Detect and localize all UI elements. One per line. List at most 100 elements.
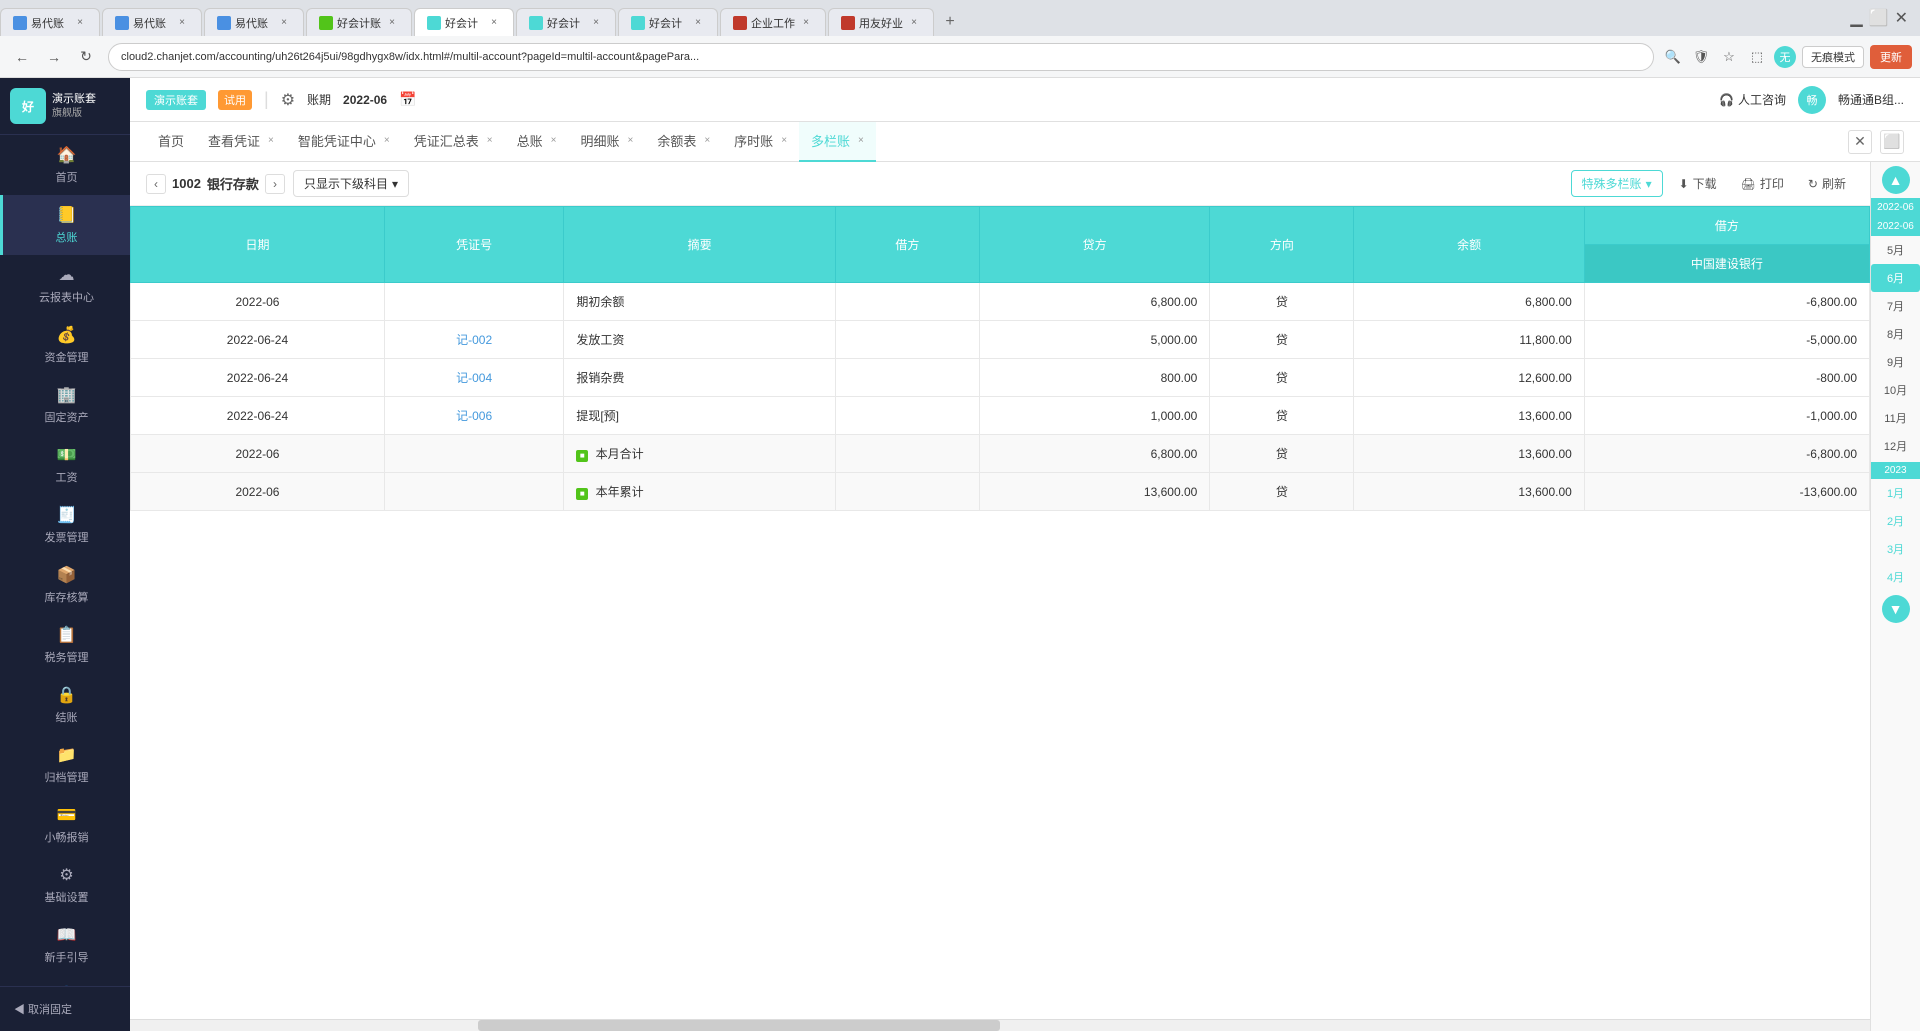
consult-button[interactable]: 🎧 人工咨询 [1719, 91, 1786, 108]
row-3-voucher-link[interactable]: 记-004 [456, 371, 492, 385]
tab-9-close[interactable]: × [907, 16, 921, 30]
sidebar-item-archive[interactable]: 📁 归档管理 [0, 735, 130, 795]
calendar-month-6[interactable]: 6月 [1871, 264, 1920, 292]
tab-detail-ledger[interactable]: 明细账 × [568, 122, 645, 162]
tab-6-close[interactable]: × [589, 16, 603, 30]
back-button[interactable]: ← [8, 43, 36, 71]
row-3-voucher[interactable]: 记-004 [384, 359, 563, 397]
sidebar-item-salary[interactable]: 💵 工资 [0, 435, 130, 495]
h-scroll-thumb[interactable] [478, 1020, 1000, 1031]
tab-sequence-close[interactable]: × [781, 135, 787, 146]
sidebar-item-tax[interactable]: 📋 税务管理 [0, 615, 130, 675]
sidebar-item-settings[interactable]: ⚙ 基础设置 [0, 855, 130, 915]
next-account-button[interactable]: › [265, 174, 285, 194]
reload-button[interactable]: ↻ [72, 43, 100, 71]
tab-general-ledger[interactable]: 总账 × [505, 122, 569, 162]
sidebar-item-assets[interactable]: 🏢 固定资产 [0, 375, 130, 435]
browser-tab-1[interactable]: 易代账 × [0, 8, 100, 36]
calendar-month-7[interactable]: 7月 [1871, 292, 1920, 320]
browser-tab-7[interactable]: 好会计 × [618, 8, 718, 36]
tab-voucher[interactable]: 查看凭证 × [196, 122, 286, 162]
forward-button[interactable]: → [40, 43, 68, 71]
row-4-voucher-link[interactable]: 记-006 [456, 409, 492, 423]
minimize-button[interactable]: ▁ [1850, 8, 1862, 28]
tab-balance-close[interactable]: × [704, 135, 710, 146]
sidebar-item-xiaochang[interactable]: 💳 小畅报销 [0, 795, 130, 855]
tab-detail-ledger-close[interactable]: × [627, 135, 633, 146]
no-trace-button[interactable]: 无痕模式 [1802, 46, 1864, 68]
sidebar-item-guide[interactable]: 📖 新手引导 [0, 915, 130, 975]
tab-voucher-summary-close[interactable]: × [487, 135, 493, 146]
browser-tab-5[interactable]: 好会计 × [414, 8, 514, 36]
expand-tab-button[interactable]: ⬜ [1880, 130, 1904, 154]
special-multi-button[interactable]: 特殊多栏账 ▾ [1571, 170, 1663, 197]
sidebar-item-cloud-report[interactable]: ☁ 云报表中心 [0, 255, 130, 315]
tab-7-close[interactable]: × [691, 16, 705, 30]
tab-8-close[interactable]: × [799, 16, 813, 30]
row-4-voucher[interactable]: 记-006 [384, 397, 563, 435]
tab-4-close[interactable]: × [385, 16, 399, 30]
refresh-button[interactable]: ↻ 刷新 [1800, 171, 1854, 196]
update-button[interactable]: 更新 [1870, 45, 1912, 69]
calendar-month-2023-3[interactable]: 3月 [1871, 535, 1920, 563]
horizontal-scrollbar[interactable] [130, 1019, 1870, 1031]
browser-tab-2[interactable]: 易代账 × [102, 8, 202, 36]
maximize-button[interactable]: ⬜ [1869, 8, 1889, 28]
tab-5-close[interactable]: × [487, 16, 501, 30]
browser-tab-9[interactable]: 用友好业 × [828, 8, 934, 36]
tab-smart-voucher[interactable]: 智能凭证中心 × [286, 122, 402, 162]
tab-general-ledger-close[interactable]: × [551, 135, 557, 146]
shield-icon[interactable]: 🛡 [1690, 46, 1712, 68]
browser-tab-3[interactable]: 易代账 × [204, 8, 304, 36]
browser-tab-8[interactable]: 企业工作 × [720, 8, 826, 36]
calendar-month-10[interactable]: 10月 [1871, 376, 1920, 404]
browser-tab-4[interactable]: 好会计账 × [306, 8, 412, 36]
tab-1-close[interactable]: × [73, 16, 87, 30]
trial-status-badge[interactable]: 试用 [218, 90, 252, 110]
sidebar-item-home[interactable]: 🏠 首页 [0, 135, 130, 195]
row-2-voucher[interactable]: 记-002 [384, 321, 563, 359]
tab-smart-voucher-close[interactable]: × [384, 135, 390, 146]
calendar-icon[interactable]: 📅 [399, 91, 416, 108]
calendar-month-2023-2[interactable]: 2月 [1871, 507, 1920, 535]
close-button[interactable]: ✕ [1895, 8, 1908, 28]
sidebar-item-ledger[interactable]: 📒 总账 [0, 195, 130, 255]
sidebar-item-inventory[interactable]: 📦 库存核算 [0, 555, 130, 615]
tab-2-close[interactable]: × [175, 16, 189, 30]
address-input[interactable] [108, 43, 1654, 71]
calendar-month-2023-1[interactable]: 1月 [1871, 479, 1920, 507]
browser-tab-6[interactable]: 好会计 × [516, 8, 616, 36]
calendar-up-button[interactable]: ▲ [1882, 166, 1910, 194]
sidebar-item-invoice[interactable]: 🧾 发票管理 [0, 495, 130, 555]
print-button[interactable]: 🖨 打印 [1733, 171, 1792, 196]
sidebar-item-member[interactable]: 👤 畅会员 [0, 975, 130, 986]
tab-sequence[interactable]: 序时账 × [722, 122, 799, 162]
prev-account-button[interactable]: ‹ [146, 174, 166, 194]
star-icon[interactable]: ☆ [1718, 46, 1740, 68]
calendar-month-12[interactable]: 12月 [1871, 432, 1920, 460]
tab-multi-column-close[interactable]: × [858, 135, 864, 146]
browser-extension-icon[interactable]: ⬚ [1746, 46, 1768, 68]
cancel-fixed-button[interactable]: ◀ 取消固定 [8, 995, 122, 1023]
collapse-tab-button[interactable]: ✕ [1848, 130, 1872, 154]
calendar-month-8[interactable]: 8月 [1871, 320, 1920, 348]
user-account-icon[interactable]: 无 [1774, 46, 1796, 68]
sidebar-item-close[interactable]: 🔒 结账 [0, 675, 130, 735]
sub-subject-filter[interactable]: 只显示下级科目 ▾ [293, 170, 409, 197]
tab-balance[interactable]: 余额表 × [645, 122, 722, 162]
new-tab-button[interactable]: + [936, 8, 964, 36]
calendar-down-button[interactable]: ▼ [1882, 595, 1910, 623]
row-2-voucher-link[interactable]: 记-002 [456, 333, 492, 347]
calendar-month-9[interactable]: 9月 [1871, 348, 1920, 376]
search-icon[interactable]: 🔍 [1662, 46, 1684, 68]
tab-voucher-summary[interactable]: 凭证汇总表 × [402, 122, 505, 162]
header-settings-icon[interactable]: ⚙ [281, 90, 295, 110]
tab-multi-column[interactable]: 多栏账 × [799, 122, 876, 162]
calendar-month-2023-4[interactable]: 4月 [1871, 563, 1920, 591]
sidebar-item-fund[interactable]: 💰 资金管理 [0, 315, 130, 375]
tab-voucher-close[interactable]: × [268, 135, 274, 146]
calendar-month-11[interactable]: 11月 [1871, 404, 1920, 432]
download-button[interactable]: ⬇ 下载 [1671, 171, 1725, 196]
tab-3-close[interactable]: × [277, 16, 291, 30]
calendar-month-5[interactable]: 5月 [1871, 236, 1920, 264]
